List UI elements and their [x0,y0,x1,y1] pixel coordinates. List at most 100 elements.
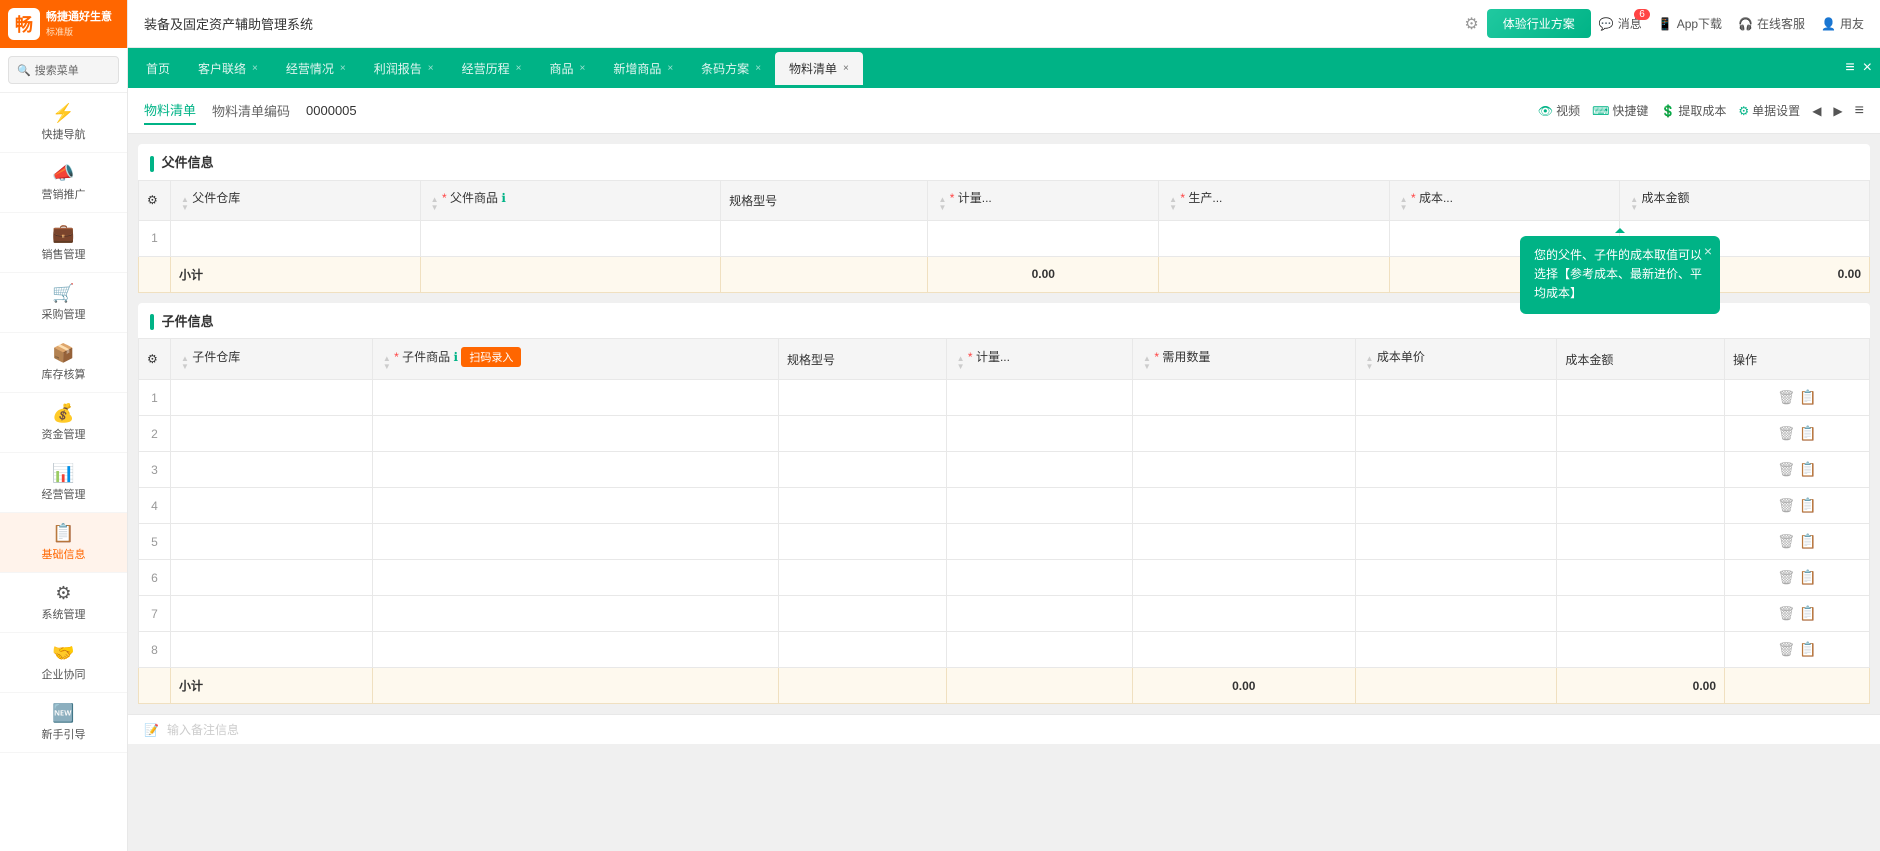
single-settings-action[interactable]: ⚙ 单据设置 [1738,102,1800,119]
child-unit-price-cell[interactable] [1355,488,1557,524]
child-product-cell[interactable] [372,632,778,668]
child-spec-cell[interactable] [779,380,947,416]
tab-new-products[interactable]: 新增商品 × [599,52,687,85]
child-product-cell[interactable] [372,416,778,452]
copy-icon[interactable]: 📋 [1799,533,1816,550]
tooltip-close-button[interactable]: × [1704,240,1712,262]
child-amount-cell[interactable] [1557,524,1725,560]
child-spec-cell[interactable] [779,416,947,452]
tab-profit-close[interactable]: × [428,63,434,74]
tab-products-close[interactable]: × [579,63,585,74]
child-qty-cell[interactable] [1133,524,1356,560]
child-product-cell[interactable] [372,560,778,596]
info-icon[interactable]: ℹ [501,191,506,205]
delete-icon[interactable]: 🗑 [1777,497,1795,514]
sidebar-item-finance[interactable]: 💰 资金管理 [0,393,127,453]
child-unit-price-cell[interactable] [1355,596,1557,632]
delete-icon[interactable]: 🗑 [1777,389,1795,406]
child-product-cell[interactable] [372,452,778,488]
online-service-button[interactable]: 🎧 在线客服 [1738,15,1805,32]
tab-profit[interactable]: 利润报告 × [360,52,448,85]
child-unit-price-cell[interactable] [1355,632,1557,668]
delete-icon[interactable]: 🗑 [1777,425,1795,442]
copy-icon[interactable]: 📋 [1799,497,1816,514]
child-qty-cell[interactable] [1133,632,1356,668]
child-qty-cell[interactable] [1133,488,1356,524]
tab-barcode-close[interactable]: × [755,63,761,74]
child-amount-cell[interactable] [1557,380,1725,416]
child-amount-cell[interactable] [1557,488,1725,524]
parent-spec-cell[interactable] [721,220,928,256]
scan-button[interactable]: 扫码录入 [461,347,521,367]
child-qty-cell[interactable] [1133,560,1356,596]
child-col-settings[interactable]: ⚙ [139,339,171,380]
tab-history-close[interactable]: × [516,63,522,74]
tab-operations[interactable]: 经营情况 × [272,52,360,85]
tabs-more-icon[interactable]: ≡ [1841,55,1858,81]
view-action[interactable]: 👁 视频 [1538,102,1580,119]
child-unit-price-cell[interactable] [1355,380,1557,416]
tab-operations-close[interactable]: × [340,63,346,74]
child-unit-cell[interactable] [946,596,1132,632]
copy-icon[interactable]: 📋 [1799,425,1816,442]
child-spec-cell[interactable] [779,488,947,524]
delete-icon[interactable]: 🗑 [1777,461,1795,478]
sidebar-item-marketing[interactable]: 📣 营销推广 [0,153,127,213]
child-amount-cell[interactable] [1557,452,1725,488]
sidebar-item-quick-nav[interactable]: ⚡ 快捷导航 [0,93,127,153]
sidebar-item-cooperation[interactable]: 🤝 企业协同 [0,633,127,693]
child-spec-cell[interactable] [779,452,947,488]
child-warehouse-cell[interactable] [171,452,373,488]
child-amount-cell[interactable] [1557,416,1725,452]
child-amount-cell[interactable] [1557,560,1725,596]
tab-customers[interactable]: 客户联络 × [184,52,272,85]
child-unit-cell[interactable] [946,416,1132,452]
child-product-cell[interactable] [372,524,778,560]
sidebar-item-operations[interactable]: 📊 经营管理 [0,453,127,513]
tab-bom[interactable]: 物料清单 × [775,52,863,85]
child-warehouse-cell[interactable] [171,596,373,632]
nav-prev-icon[interactable]: ◀ [1812,104,1821,118]
user-menu[interactable]: 👤 用友 [1821,15,1864,32]
copy-icon[interactable]: 📋 [1799,605,1816,622]
sub-tab-bom-list[interactable]: 物料清单 [144,96,196,125]
tab-bom-close[interactable]: × [843,63,849,74]
tab-history[interactable]: 经营历程 × [448,52,536,85]
search-menu-button[interactable]: 🔍 搜索菜单 [8,56,119,84]
child-unit-cell[interactable] [946,452,1132,488]
child-spec-cell[interactable] [779,560,947,596]
delete-icon[interactable]: 🗑 [1777,641,1795,658]
shortcut-action[interactable]: ⌨ 快捷键 [1592,102,1648,119]
copy-icon[interactable]: 📋 [1799,569,1816,586]
child-warehouse-cell[interactable] [171,632,373,668]
sidebar-item-system[interactable]: ⚙ 系统管理 [0,573,127,633]
sidebar-item-guide[interactable]: 🆕 新手引导 [0,693,127,753]
child-unit-cell[interactable] [946,524,1132,560]
child-unit-price-cell[interactable] [1355,524,1557,560]
child-unit-cell[interactable] [946,632,1132,668]
sidebar-item-inventory[interactable]: 📦 库存核算 [0,333,127,393]
child-product-cell[interactable] [372,596,778,632]
child-warehouse-cell[interactable] [171,488,373,524]
copy-icon[interactable]: 📋 [1799,389,1816,406]
child-warehouse-cell[interactable] [171,524,373,560]
copy-icon[interactable]: 📋 [1799,641,1816,658]
child-product-cell[interactable] [372,488,778,524]
parent-warehouse-cell[interactable] [171,220,421,256]
delete-icon[interactable]: 🗑 [1777,533,1795,550]
sidebar-item-sales[interactable]: 💼 销售管理 [0,213,127,273]
experience-button[interactable]: 体验行业方案 [1487,9,1591,38]
child-unit-cell[interactable] [946,560,1132,596]
child-product-cell[interactable] [372,380,778,416]
child-qty-cell[interactable] [1133,452,1356,488]
child-amount-cell[interactable] [1557,632,1725,668]
tab-close-all-icon[interactable]: × [1859,55,1876,81]
child-qty-cell[interactable] [1133,416,1356,452]
message-button[interactable]: 💬 消息 6 [1599,15,1642,32]
parent-unit-cell[interactable] [928,220,1159,256]
child-unit-price-cell[interactable] [1355,416,1557,452]
cost-action[interactable]: 💲 提取成本 [1660,102,1726,119]
tab-products[interactable]: 商品 × [535,52,599,85]
nav-next-icon[interactable]: ▶ [1833,104,1842,118]
parent-product-cell[interactable] [420,220,720,256]
